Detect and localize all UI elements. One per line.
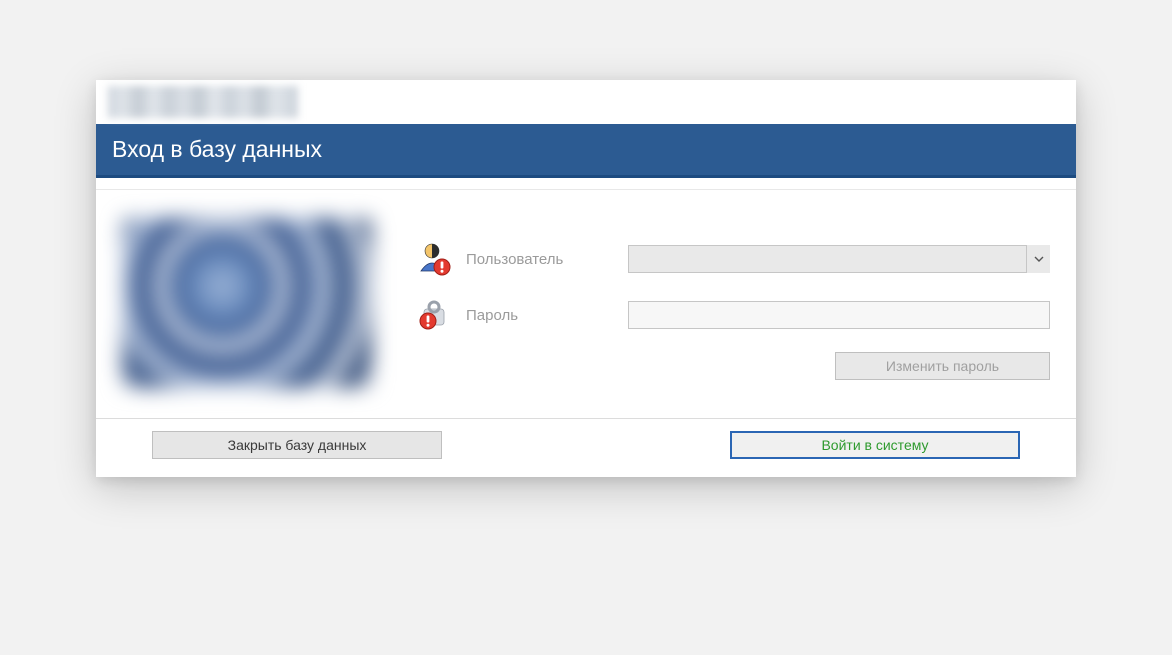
- password-input[interactable]: [628, 301, 1050, 329]
- user-info-icon: [414, 240, 454, 278]
- user-select[interactable]: [628, 245, 1050, 273]
- password-row: Пароль: [414, 296, 1050, 334]
- logo-area: [96, 80, 1076, 124]
- user-row: Пользователь: [414, 240, 1050, 278]
- login-button[interactable]: Войти в систему: [730, 431, 1020, 459]
- form-column: Пользователь: [414, 212, 1050, 388]
- dialog-footer: Закрыть базу данных Войти в систему: [96, 418, 1076, 477]
- app-logo: [108, 86, 298, 118]
- artwork-column: [96, 212, 386, 388]
- artwork-sphere: [122, 218, 372, 388]
- divider: [96, 178, 1076, 190]
- dialog-title: Вход в базу данных: [96, 124, 1076, 178]
- close-db-button[interactable]: Закрыть базу данных: [152, 431, 442, 459]
- change-password-button[interactable]: Изменить пароль: [835, 352, 1050, 380]
- change-password-row: Изменить пароль: [414, 352, 1050, 380]
- lock-info-icon: [414, 296, 454, 334]
- user-label: Пользователь: [466, 251, 616, 268]
- login-dialog: Вход в базу данных Пользователь: [96, 80, 1076, 477]
- user-select-wrap[interactable]: [628, 245, 1050, 273]
- dialog-body: Пользователь: [96, 190, 1076, 418]
- password-label: Пароль: [466, 307, 616, 324]
